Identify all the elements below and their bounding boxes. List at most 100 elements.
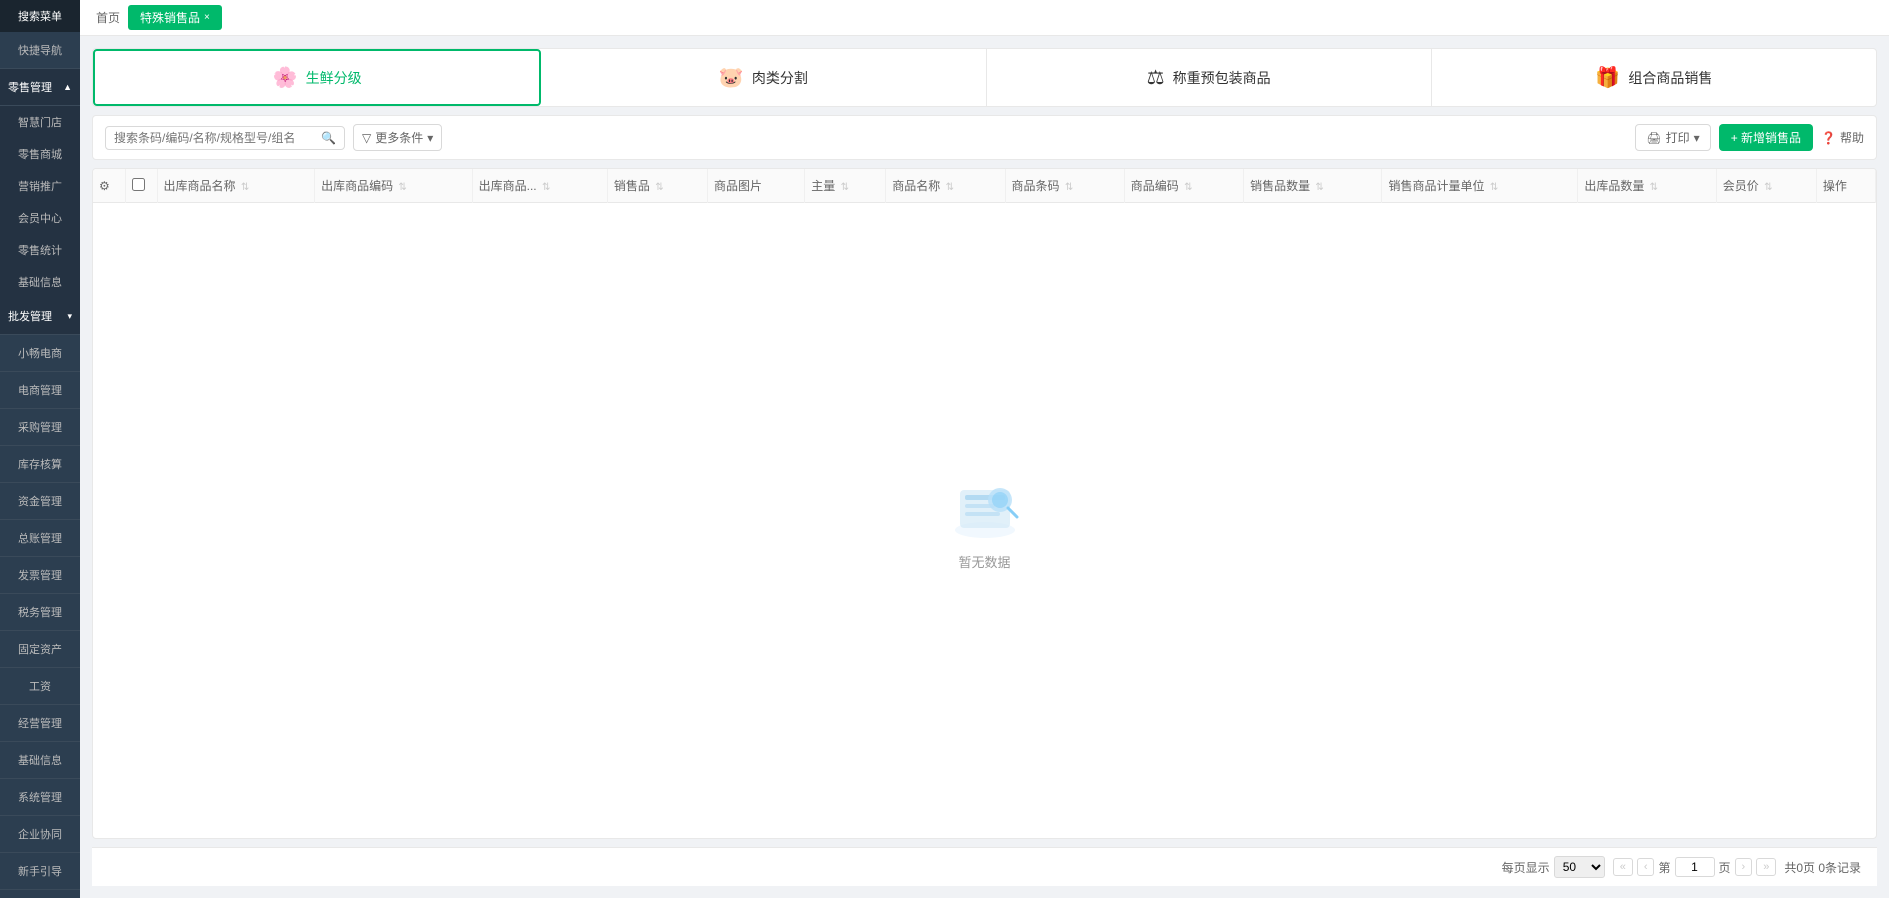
sort-icon: ⇅	[241, 182, 249, 193]
sidebar-item-ecom-mgmt[interactable]: 电商管理	[0, 372, 80, 409]
select-all-checkbox[interactable]	[132, 178, 145, 191]
sidebar-item-ops-mgmt[interactable]: 经营管理	[0, 705, 80, 742]
combo-sales-label: 组合商品销售	[1628, 68, 1712, 88]
sidebar-item-retail-stats[interactable]: 零售统计	[0, 234, 80, 266]
empty-text: 暂无数据	[958, 552, 1010, 571]
col-checkbox[interactable]	[125, 169, 157, 203]
sidebar-item-retail-mall[interactable]: 零售商城	[0, 138, 80, 170]
sidebar-item-settings[interactable]: ⚙	[0, 890, 80, 898]
wholesale-mgmt-arrow: ▾	[67, 311, 72, 322]
col-out-qty[interactable]: 出库品数量 ⇅	[1578, 169, 1716, 203]
sidebar-item-quick-nav[interactable]: 快捷导航	[0, 32, 80, 69]
sort-icon: ⇅	[655, 182, 663, 193]
col-sales-goods[interactable]: 销售品 ⇅	[607, 169, 707, 203]
sidebar-item-fixed-assets[interactable]: 固定资产	[0, 631, 80, 668]
col-goods-code[interactable]: 商品编码 ⇅	[1124, 169, 1243, 203]
add-button[interactable]: + 新增销售品	[1719, 124, 1813, 151]
sort-icon: ⇅	[1764, 182, 1772, 193]
sidebar-item-finance-mgmt[interactable]: 资金管理	[0, 483, 80, 520]
sidebar-item-general-ledger[interactable]: 总账管理	[0, 520, 80, 557]
sort-icon: ⇅	[1315, 182, 1323, 193]
sidebar-item-invoice-mgmt[interactable]: 发票管理	[0, 557, 80, 594]
col-goods-name[interactable]: 商品名称 ⇅	[886, 169, 1005, 203]
sidebar-item-sales-promo[interactable]: 营销推广	[0, 170, 80, 202]
col-sales-qty-unit[interactable]: 销售商品计量单位 ⇅	[1382, 169, 1578, 203]
sidebar-item-purchase-mgmt[interactable]: 采购管理	[0, 409, 80, 446]
combo-sales-icon: 🎁	[1595, 65, 1620, 90]
col-settings[interactable]: ⚙	[93, 169, 125, 203]
table-header-row: ⚙ 出库商品名称 ⇅ 出库商品编码 ⇅	[93, 169, 1876, 203]
prev-page-button[interactable]: ‹	[1637, 858, 1655, 876]
sort-icon: ⇅	[1065, 182, 1073, 193]
col-sales-qty[interactable]: 销售品数量 ⇅	[1244, 169, 1382, 203]
next-page-button[interactable]: ›	[1735, 858, 1753, 876]
col-out-goods-code[interactable]: 出库商品编码 ⇅	[315, 169, 473, 203]
sidebar-item-mini-ecom[interactable]: 小畅电商	[0, 335, 80, 372]
breadcrumb-home[interactable]: 首页	[96, 9, 120, 26]
col-out-goods-name[interactable]: 出库商品名称 ⇅	[157, 169, 315, 203]
total-count: 共0页 0条记录	[1784, 859, 1861, 876]
sidebar-item-new-guide[interactable]: 新手引导	[0, 853, 80, 890]
data-table: ⚙ 出库商品名称 ⇅ 出库商品编码 ⇅	[93, 169, 1876, 203]
category-tabs: 🌸 生鲜分级 🐷 肉类分割 ⚖ 称重预包装商品 🎁 组合商品销售	[92, 48, 1877, 107]
col-out-goods-extra[interactable]: 出库商品... ⇅	[472, 169, 607, 203]
col-main-weight[interactable]: 主量 ⇅	[805, 169, 886, 203]
active-tab[interactable]: 特殊销售品 ×	[128, 5, 222, 30]
print-arrow-icon: ▾	[1694, 131, 1700, 145]
cat-tab-fresh-grade[interactable]: 🌸 生鲜分级	[93, 49, 541, 106]
pagination: 每页显示 10 20 50 100 « ‹ 第 页 › » 共0页 0条记录	[92, 847, 1877, 886]
col-goods-image: 商品图片	[707, 169, 804, 203]
print-button[interactable]: 🖨 打印 ▾	[1635, 124, 1710, 151]
retail-mgmt-arrow: ▲	[63, 82, 72, 92]
page-number-input[interactable]	[1675, 857, 1715, 877]
meat-cut-label: 肉类分割	[752, 68, 808, 88]
fresh-grade-icon: 🌸	[273, 65, 298, 90]
search-box[interactable]: 🔍	[105, 126, 345, 150]
active-tab-label: 特殊销售品	[140, 9, 200, 26]
sidebar-item-sys-mgmt[interactable]: 系统管理	[0, 779, 80, 816]
main-content: 首页 特殊销售品 × 🌸 生鲜分级 🐷 肉类分割 ⚖ 称重预包装商品 🎁 组合商…	[80, 0, 1889, 898]
sort-icon: ⇅	[398, 182, 406, 193]
weight-pack-label: 称重预包装商品	[1173, 68, 1271, 88]
sidebar-item-member-center[interactable]: 会员中心	[0, 202, 80, 234]
sidebar-logo: 搜索菜单	[0, 0, 80, 32]
sort-icon: ⇅	[1184, 182, 1192, 193]
sidebar: 搜索菜单 快捷导航 零售管理 ▲ 智慧门店 零售商城 营销推广 会员中心 零售统…	[0, 0, 80, 898]
content-area: 🌸 生鲜分级 🐷 肉类分割 ⚖ 称重预包装商品 🎁 组合商品销售 🔍	[80, 36, 1889, 898]
col-member-price[interactable]: 会员价 ⇅	[1716, 169, 1816, 203]
sidebar-item-smart-store[interactable]: 智慧门店	[0, 106, 80, 138]
col-goods-barcode[interactable]: 商品条码 ⇅	[1005, 169, 1124, 203]
sort-icon: ⇅	[1650, 182, 1658, 193]
search-icon[interactable]: 🔍	[321, 131, 336, 145]
sidebar-item-inventory[interactable]: 库存核算	[0, 446, 80, 483]
page-navigation: « ‹ 第 页 › »	[1613, 857, 1777, 877]
filter-button[interactable]: ▽ 更多条件 ▾	[353, 124, 442, 151]
close-tab-button[interactable]: ×	[204, 12, 210, 23]
page-size-select[interactable]: 10 20 50 100	[1554, 856, 1605, 878]
page-size-selector: 每页显示 10 20 50 100	[1502, 856, 1605, 878]
sidebar-item-tax-mgmt[interactable]: 税务管理	[0, 594, 80, 631]
col-operation: 操作	[1816, 169, 1875, 203]
empty-state: 暂无数据	[93, 203, 1876, 838]
sidebar-item-basic-info[interactable]: 基础信息	[0, 266, 80, 298]
sidebar-item-retail-mgmt[interactable]: 零售管理 ▲	[0, 69, 80, 106]
cat-tab-meat-cut[interactable]: 🐷 肉类分割	[541, 49, 986, 106]
sidebar-item-wholesale-mgmt[interactable]: 批发管理 ▾	[0, 298, 80, 335]
first-page-button[interactable]: «	[1613, 858, 1633, 876]
sidebar-item-company-coop[interactable]: 企业协同	[0, 816, 80, 853]
sidebar-item-payroll[interactable]: 工资	[0, 668, 80, 705]
search-input[interactable]	[114, 131, 317, 145]
table-container: ⚙ 出库商品名称 ⇅ 出库商品编码 ⇅	[92, 168, 1877, 839]
help-button[interactable]: ❓ 帮助	[1821, 129, 1864, 146]
topbar: 首页 特殊销售品 ×	[80, 0, 1889, 36]
toolbar-right: 🖨 打印 ▾ + 新增销售品 ❓ 帮助	[1635, 124, 1864, 151]
cat-tab-weight-pack[interactable]: ⚖ 称重预包装商品	[987, 49, 1432, 106]
cat-tab-combo-sales[interactable]: 🎁 组合商品销售	[1432, 49, 1876, 106]
toolbar-left: 🔍 ▽ 更多条件 ▾	[105, 124, 442, 151]
empty-icon	[945, 470, 1025, 540]
sort-icon: ⇅	[841, 182, 849, 193]
last-page-button[interactable]: »	[1756, 858, 1776, 876]
filter-arrow-icon: ▾	[427, 131, 433, 145]
toolbar: 🔍 ▽ 更多条件 ▾ 🖨 打印 ▾ + 新增销售品 ❓	[92, 115, 1877, 160]
sidebar-item-basic-info2[interactable]: 基础信息	[0, 742, 80, 779]
